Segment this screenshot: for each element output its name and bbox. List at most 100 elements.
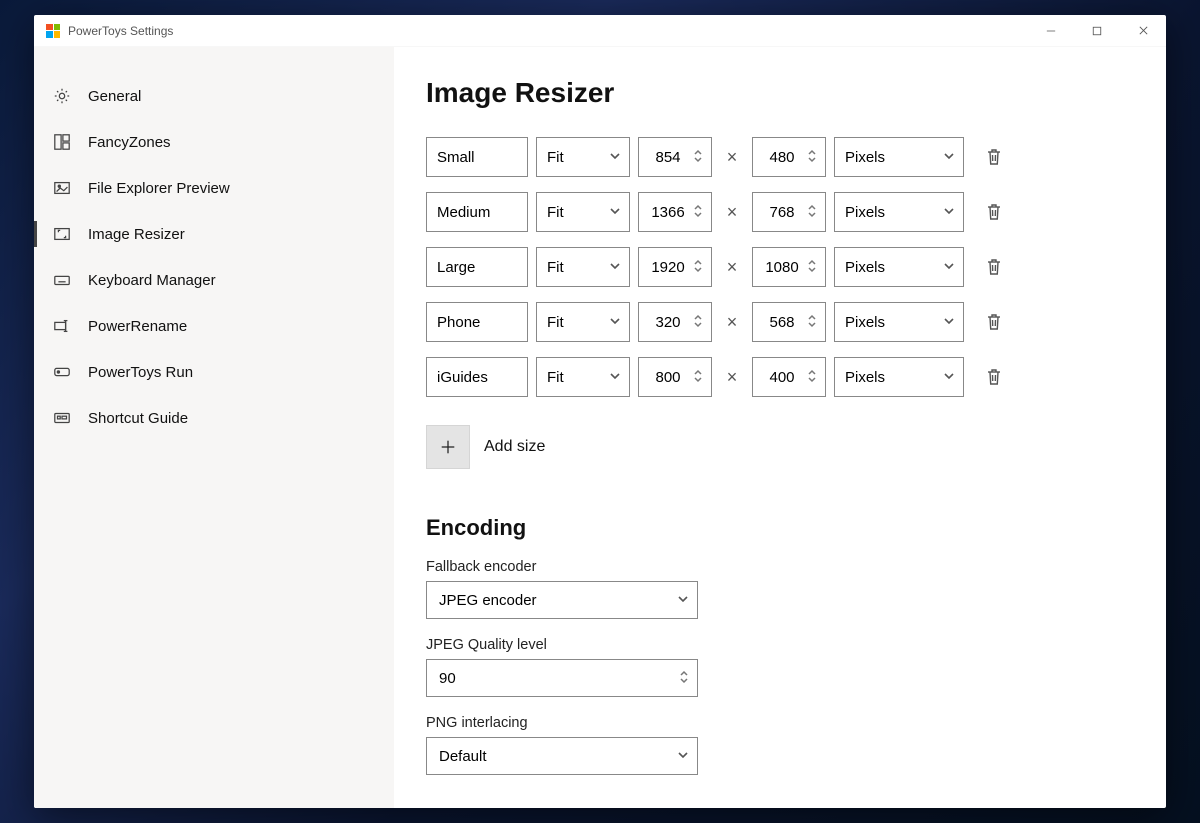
sidebar-item-label: Image Resizer	[88, 226, 185, 243]
delete-size-button[interactable]	[984, 367, 1004, 387]
fit-value: Fit	[547, 369, 564, 386]
width-value: 854	[655, 149, 680, 166]
png-interlacing-value: Default	[439, 748, 487, 765]
chevron-down-icon	[943, 315, 955, 330]
chevron-down-icon	[609, 370, 621, 385]
fit-select[interactable]: Fit	[536, 192, 630, 232]
delete-size-button[interactable]	[984, 312, 1004, 332]
delete-size-button[interactable]	[984, 202, 1004, 222]
jpeg-quality-value: 90	[439, 670, 456, 687]
sidebar-item-powertoys-run[interactable]: PowerToys Run	[34, 349, 394, 395]
width-input[interactable]: 854	[638, 137, 712, 177]
content[interactable]: Image Resizer SmallFit854×480PixelsMediu…	[394, 47, 1166, 808]
sidebar-item-image-resizer[interactable]: Image Resizer	[34, 211, 394, 257]
size-row: iGuidesFit800×400Pixels	[426, 357, 1134, 397]
height-input[interactable]: 1080	[752, 247, 826, 287]
spinner-icon	[807, 149, 817, 166]
delete-size-button[interactable]	[984, 147, 1004, 167]
preview-icon	[52, 178, 72, 198]
fit-value: Fit	[547, 149, 564, 166]
add-size-button[interactable]	[426, 425, 470, 469]
rename-icon	[52, 316, 72, 336]
fallback-encoder-value: JPEG encoder	[439, 592, 537, 609]
sidebar-item-fancyzones[interactable]: FancyZones	[34, 119, 394, 165]
width-value: 800	[655, 369, 680, 386]
height-input[interactable]: 768	[752, 192, 826, 232]
sidebar-item-powerrename[interactable]: PowerRename	[34, 303, 394, 349]
size-name-value: Phone	[437, 314, 480, 331]
spinner-icon	[807, 369, 817, 386]
spinner-icon	[679, 670, 689, 687]
spinner-icon	[693, 149, 703, 166]
shortcut-icon	[52, 408, 72, 428]
window-title: PowerToys Settings	[68, 24, 173, 38]
unit-value: Pixels	[845, 149, 885, 166]
spinner-icon	[693, 314, 703, 331]
fit-value: Fit	[547, 204, 564, 221]
fit-value: Fit	[547, 314, 564, 331]
size-name-input[interactable]: Phone	[426, 302, 528, 342]
unit-value: Pixels	[845, 314, 885, 331]
size-name-input[interactable]: iGuides	[426, 357, 528, 397]
titlebar[interactable]: PowerToys Settings	[34, 15, 1166, 47]
sidebar-item-file-explorer-preview[interactable]: File Explorer Preview	[34, 165, 394, 211]
height-value: 400	[769, 369, 794, 386]
unit-value: Pixels	[845, 369, 885, 386]
width-input[interactable]: 320	[638, 302, 712, 342]
sidebar-item-shortcut-guide[interactable]: Shortcut Guide	[34, 395, 394, 441]
fallback-encoder-select[interactable]: JPEG encoder	[426, 581, 698, 619]
times-icon: ×	[720, 312, 744, 333]
spinner-icon	[807, 314, 817, 331]
fit-select[interactable]: Fit	[536, 357, 630, 397]
height-input[interactable]: 568	[752, 302, 826, 342]
encoding-heading: Encoding	[426, 515, 1134, 541]
height-input[interactable]: 480	[752, 137, 826, 177]
fit-select[interactable]: Fit	[536, 247, 630, 287]
width-input[interactable]: 800	[638, 357, 712, 397]
sidebar-item-keyboard-manager[interactable]: Keyboard Manager	[34, 257, 394, 303]
spinner-icon	[693, 369, 703, 386]
jpeg-quality-input[interactable]: 90	[426, 659, 698, 697]
keyboard-icon	[52, 270, 72, 290]
unit-select[interactable]: Pixels	[834, 302, 964, 342]
chevron-down-icon	[943, 370, 955, 385]
fit-select[interactable]: Fit	[536, 302, 630, 342]
unit-select[interactable]: Pixels	[834, 357, 964, 397]
add-size-label: Add size	[484, 438, 545, 456]
height-value: 480	[769, 149, 794, 166]
sidebar-item-label: PowerRename	[88, 318, 187, 335]
size-name-input[interactable]: Large	[426, 247, 528, 287]
png-interlacing-select[interactable]: Default	[426, 737, 698, 775]
unit-select[interactable]: Pixels	[834, 137, 964, 177]
size-name-value: iGuides	[437, 369, 488, 386]
maximize-button[interactable]	[1074, 15, 1120, 47]
sidebar-item-general[interactable]: General	[34, 73, 394, 119]
height-value: 1080	[765, 259, 798, 276]
height-input[interactable]: 400	[752, 357, 826, 397]
sidebar-item-label: General	[88, 88, 141, 105]
width-input[interactable]: 1366	[638, 192, 712, 232]
fit-select[interactable]: Fit	[536, 137, 630, 177]
unit-select[interactable]: Pixels	[834, 247, 964, 287]
app-window: PowerToys Settings General FancyZonesFile…	[34, 15, 1166, 808]
size-name-input[interactable]: Small	[426, 137, 528, 177]
height-value: 568	[769, 314, 794, 331]
width-input[interactable]: 1920	[638, 247, 712, 287]
fit-value: Fit	[547, 259, 564, 276]
chevron-down-icon	[677, 749, 689, 764]
size-name-input[interactable]: Medium	[426, 192, 528, 232]
unit-value: Pixels	[845, 259, 885, 276]
delete-size-button[interactable]	[984, 257, 1004, 277]
unit-select[interactable]: Pixels	[834, 192, 964, 232]
chevron-down-icon	[943, 260, 955, 275]
window-controls	[1028, 15, 1166, 47]
minimize-button[interactable]	[1028, 15, 1074, 47]
spinner-icon	[807, 259, 817, 276]
close-button[interactable]	[1120, 15, 1166, 47]
png-interlacing-label: PNG interlacing	[426, 715, 1134, 731]
times-icon: ×	[720, 202, 744, 223]
chevron-down-icon	[609, 315, 621, 330]
spinner-icon	[807, 204, 817, 221]
spinner-icon	[693, 204, 703, 221]
size-row: LargeFit1920×1080Pixels	[426, 247, 1134, 287]
